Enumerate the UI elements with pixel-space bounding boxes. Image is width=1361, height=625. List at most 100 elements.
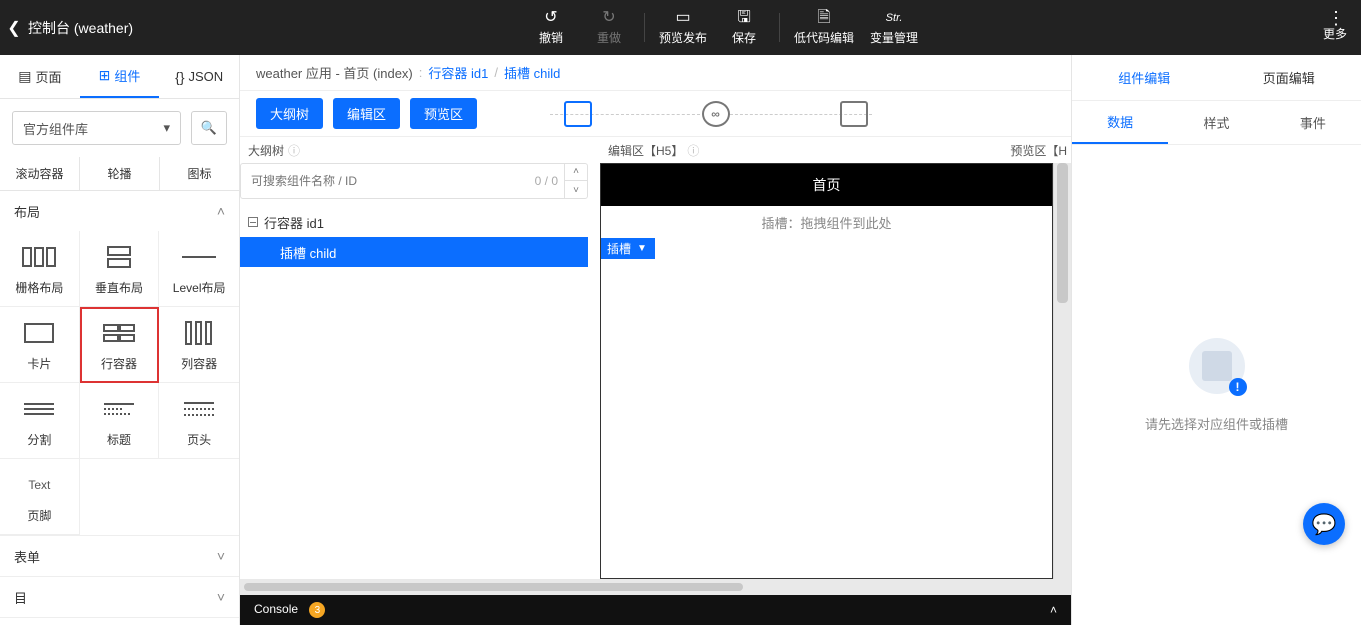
h-scrollbar-thumb[interactable]: [244, 583, 743, 591]
slot-hint: 插槽：拖拽组件到此处: [601, 206, 1052, 238]
category-form: 表单 ˅: [0, 536, 239, 577]
json-icon: {}: [175, 69, 184, 85]
mode-preview[interactable]: 预览区: [410, 98, 477, 129]
outline-filter: 0 / 0 ˄ ˅: [240, 163, 588, 199]
tab-components[interactable]: ⊞组件: [80, 55, 160, 98]
info-icon[interactable]: ⓘ: [288, 144, 300, 158]
selection-chip[interactable]: 插槽 ▼: [601, 238, 655, 259]
console-count-badge: 3: [309, 602, 325, 618]
quick-carousel[interactable]: 轮播: [80, 157, 160, 190]
vars-icon: Str.: [886, 9, 903, 27]
category-other-header[interactable]: 目 ˅: [0, 577, 239, 617]
level-layout-icon: [182, 241, 216, 273]
back-button[interactable]: ❮: [0, 18, 28, 38]
tree-node-slot[interactable]: 插槽 child: [240, 237, 588, 267]
stepper-down[interactable]: ˅: [565, 181, 587, 199]
save-button[interactable]: 🖫 保存: [715, 3, 773, 52]
chevron-up-icon: ˄: [1050, 603, 1057, 617]
crumb-slot[interactable]: 插槽 child: [504, 63, 560, 82]
divider-icon: [22, 393, 56, 425]
cell-col-container[interactable]: 列容器: [159, 307, 239, 383]
library-select-label: 官方组件库: [23, 119, 88, 138]
rtab-page[interactable]: 页面编辑: [1217, 55, 1361, 100]
mode-outline[interactable]: 大纲树: [256, 98, 323, 129]
category-layout: 布局 ˄ 栅格布局 垂直布局 Level布局: [0, 191, 239, 536]
scrollbar-thumb[interactable]: [1057, 163, 1068, 303]
preview-button[interactable]: ▭ 预览发布: [651, 3, 715, 52]
redo-button[interactable]: ↻ 重做: [580, 3, 638, 52]
mode-editor[interactable]: 编辑区: [333, 98, 400, 129]
stepper-up[interactable]: ˄: [565, 163, 587, 181]
subtab-style[interactable]: 样式: [1168, 101, 1264, 144]
grid-layout-icon: [22, 241, 56, 273]
chevron-down-icon: ▾: [163, 120, 170, 136]
editor-h-scrollbar[interactable]: [240, 579, 1071, 595]
undo-button[interactable]: ↺ 撤销: [522, 3, 580, 52]
quick-scroll[interactable]: 滚动容器: [0, 157, 80, 190]
center-panel: weather 应用 - 首页 (index) : 行容器 id1 / 插槽 c…: [240, 55, 1071, 625]
cell-level-layout[interactable]: Level布局: [159, 231, 239, 307]
outline-search-count: 0 / 0: [535, 174, 564, 188]
page-icon: ▤: [18, 68, 31, 85]
canvas-body: 0 / 0 ˄ ˅ 行容器 id1 插槽 child: [240, 163, 1071, 579]
main-region: ▤页面 ⊞组件 {}JSON 官方组件库 ▾ 🔍 滚动容器 轮播 图标 布局 ˄: [0, 55, 1361, 625]
title-icon: [102, 393, 136, 425]
save-label: 保存: [732, 29, 756, 46]
preview-icon: ▭: [675, 9, 690, 27]
quick-icon[interactable]: 图标: [160, 157, 239, 190]
category-other-label: 目: [14, 588, 27, 607]
region-outline-label: 大纲树: [248, 144, 284, 158]
tab-json[interactable]: {}JSON: [159, 55, 239, 98]
library-search-button[interactable]: 🔍: [191, 111, 227, 145]
subtab-events[interactable]: 事件: [1265, 101, 1361, 144]
vars-button[interactable]: Str. 变量管理: [862, 3, 926, 52]
device-desktop[interactable]: [840, 101, 868, 127]
lowcode-icon: 🗎: [818, 9, 831, 27]
category-form-header[interactable]: 表单 ˅: [0, 536, 239, 576]
right-empty-state: ! 请先选择对应组件或插槽: [1072, 145, 1361, 625]
right-subtabs: 数据 样式 事件: [1072, 101, 1361, 145]
cell-grid-layout[interactable]: 栅格布局: [0, 231, 80, 307]
cell-row-container[interactable]: 行容器: [80, 307, 160, 383]
empty-illustration: !: [1189, 338, 1245, 394]
info-icon[interactable]: ⓘ: [687, 144, 699, 158]
crumb-node[interactable]: 行容器 id1: [428, 63, 488, 82]
outline-search-input[interactable]: [241, 174, 535, 188]
header-icon: [182, 393, 216, 425]
more-icon: ⋮: [1327, 13, 1343, 23]
more-label: 更多: [1323, 25, 1347, 42]
subtab-data[interactable]: 数据: [1072, 101, 1168, 144]
top-bar: ❮ 控制台 (weather) ↺ 撤销 ↻ 重做 ▭ 预览发布 🖫 保存 🗎 …: [0, 0, 1361, 55]
cell-title[interactable]: 标题: [80, 383, 160, 459]
chat-fab[interactable]: 💬: [1303, 503, 1345, 545]
device-miniprogram[interactable]: ∞: [702, 101, 730, 127]
row-container-icon: [103, 317, 135, 349]
redo-icon: ↻: [602, 9, 615, 27]
lowcode-label: 低代码编辑: [794, 29, 854, 46]
editor-scrollbar[interactable]: [1053, 163, 1071, 579]
tree-node-root[interactable]: 行容器 id1: [240, 207, 588, 237]
cell-divider[interactable]: 分割: [0, 383, 80, 459]
library-select[interactable]: 官方组件库 ▾: [12, 111, 181, 145]
editor-canvas[interactable]: 首页 插槽：拖拽组件到此处 插槽 ▼: [600, 163, 1053, 579]
chevron-down-icon: ▼: [637, 243, 647, 254]
app-title: 控制台 (weather): [28, 18, 133, 38]
undo-icon: ↺: [544, 9, 557, 27]
cell-footer[interactable]: Text 页脚: [0, 459, 80, 535]
tab-page[interactable]: ▤页面: [0, 55, 80, 98]
tree-slot-label: 插槽 child: [280, 243, 336, 262]
collapse-icon[interactable]: [248, 217, 258, 227]
console-bar[interactable]: Console 3 ˄: [240, 595, 1071, 625]
rtab-component[interactable]: 组件编辑: [1072, 55, 1217, 100]
miniprogram-icon: ∞: [711, 107, 720, 121]
cell-vertical-layout[interactable]: 垂直布局: [80, 231, 160, 307]
vars-label: 变量管理: [870, 29, 918, 46]
category-layout-header[interactable]: 布局 ˄: [0, 191, 239, 231]
lowcode-button[interactable]: 🗎 低代码编辑: [786, 3, 862, 52]
device-mobile[interactable]: [564, 101, 592, 127]
more-button[interactable]: ⋮ 更多: [1315, 13, 1355, 42]
layout-grid: 栅格布局 垂直布局 Level布局 卡片: [0, 231, 239, 535]
cell-header[interactable]: 页头: [159, 383, 239, 459]
crumb-app[interactable]: weather 应用 - 首页 (index): [256, 63, 413, 82]
cell-card[interactable]: 卡片: [0, 307, 80, 383]
